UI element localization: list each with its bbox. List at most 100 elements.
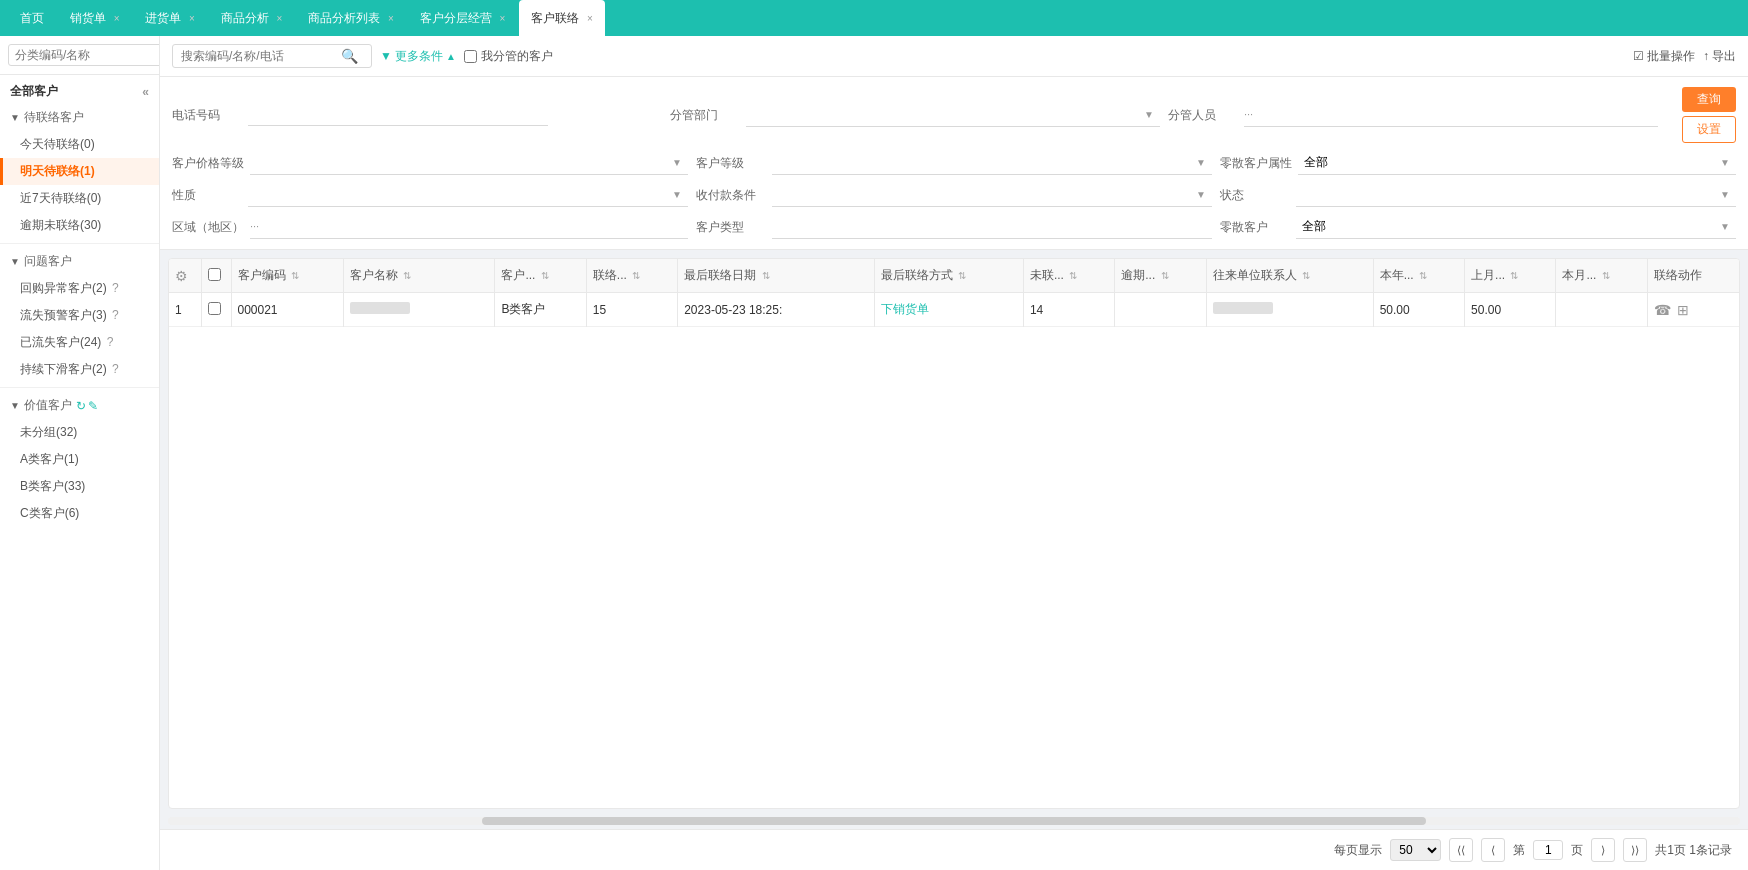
th-unit-contacts[interactable]: 往来单位联系人 ⇅ [1206,259,1373,293]
dept-label: 分管部门 [670,107,740,124]
value-group-title[interactable]: ▼ 价值客户 ↻ ✎ [0,392,159,419]
sort-unit-icon[interactable]: ⇅ [1302,270,1310,281]
sort-uncontacted-icon[interactable]: ⇅ [1069,270,1077,281]
edit-icon[interactable]: ✎ [88,399,98,413]
more-icon[interactable]: ⊞ [1677,302,1689,318]
th-name[interactable]: 客户名称 ⇅ [344,259,495,293]
sort-lm-icon[interactable]: ⇅ [1510,270,1518,281]
sidebar-7day-pending[interactable]: 近7天待联络(0) [0,185,159,212]
retail-customer-select[interactable]: 全部 ▼ [1296,215,1736,239]
th-last-contact-method[interactable]: 最后联络方式 ⇅ [875,259,1024,293]
pending-group-title[interactable]: ▼ 待联络客户 [0,104,159,131]
nav-close-analysis[interactable]: × [277,13,283,24]
select-all-checkbox[interactable] [208,268,221,281]
payment-select[interactable]: ▼ [772,183,1212,207]
sidebar-tomorrow-pending[interactable]: 明天待联络(1) [0,158,159,185]
batch-ops-btn[interactable]: ☑ 批量操作 [1633,48,1695,65]
contact-icon[interactable]: ☎ [1654,302,1671,318]
nav-close-contact[interactable]: × [587,13,593,24]
manager-input-wrap[interactable]: ··· [1244,103,1658,127]
value-level-select[interactable]: ▼ [250,151,688,175]
sort-tm-icon[interactable]: ⇅ [1602,270,1610,281]
more-conditions-btn[interactable]: ▼ 更多条件 ▲ [380,48,456,65]
status-select[interactable]: ▼ [1296,183,1736,207]
sort-overdue-icon[interactable]: ⇅ [1161,270,1169,281]
sort-date-icon[interactable]: ⇅ [762,270,770,281]
last-page-btn[interactable]: ⟩⟩ [1623,838,1647,862]
set-btn[interactable]: 设置 [1682,116,1736,143]
nav-close-tier[interactable]: × [500,13,506,24]
sort-code-icon[interactable]: ⇅ [291,270,299,281]
nav-home[interactable]: 首页 [8,0,56,36]
nav-purchase-order[interactable]: 进货单 × [133,0,206,36]
sidebar-churn-warning[interactable]: 流失预警客户(3) ? [0,302,159,329]
nav-customer-tier[interactable]: 客户分层经营 × [408,0,517,36]
sidebar-search-input[interactable] [8,44,160,66]
search-icon[interactable]: 🔍 [341,48,358,64]
nav-product-analysis-list[interactable]: 商品分析列表 × [296,0,405,36]
scrollbar-thumb[interactable] [482,817,1425,825]
my-customers-check[interactable] [464,50,477,63]
sidebar-today-pending[interactable]: 今天待联络(0) [0,131,159,158]
sort-year-icon[interactable]: ⇅ [1419,270,1427,281]
page-input[interactable] [1533,840,1563,860]
nav-customer-contact[interactable]: 客户联络 × [519,0,604,36]
sidebar-ungrouped[interactable]: 未分组(32) [0,419,159,446]
th-last-contact-date[interactable]: 最后联络日期 ⇅ [678,259,875,293]
retail-attr-select[interactable]: 全部 ▼ [1298,151,1736,175]
my-customers-checkbox[interactable]: 我分管的客户 [464,48,553,65]
th-overdue[interactable]: 逾期... ⇅ [1115,259,1206,293]
gender-select[interactable]: ▼ [248,183,688,207]
all-customers-header[interactable]: 全部客户 « [0,75,159,104]
th-last-month[interactable]: 上月... ⇅ [1465,259,1556,293]
page-size-select[interactable]: 50 100 200 [1390,839,1441,861]
sidebar-c-class[interactable]: C类客户(6) [0,500,159,527]
manager-label: 分管人员 [1168,107,1238,124]
td-checkbox[interactable] [201,293,231,327]
sort-contact-icon[interactable]: ⇅ [632,270,640,281]
last-method-link[interactable]: 下销货单 [881,302,929,316]
region-dots: ··· [250,220,259,232]
horizontal-scrollbar[interactable] [168,817,1740,825]
th-type[interactable]: 客户... ⇅ [495,259,586,293]
filter-region: 区域（地区） ··· [172,215,688,239]
dept-select[interactable]: ▼ [746,103,1160,127]
settings-icon[interactable]: ⚙ [175,268,188,284]
nav-product-analysis[interactable]: 商品分析 × [209,0,294,36]
query-btn[interactable]: 查询 [1682,87,1736,112]
th-code[interactable]: 客户编码 ⇅ [231,259,344,293]
prev-page-btn[interactable]: ⟨ [1481,838,1505,862]
refresh-icon[interactable]: ↻ [76,399,86,413]
export-btn[interactable]: ↑ 导出 [1703,48,1736,65]
sidebar-overdue-pending[interactable]: 逾期未联络(30) [0,212,159,239]
nav-close-sales[interactable]: × [114,13,120,24]
th-this-month[interactable]: 本月... ⇅ [1556,259,1647,293]
sidebar-b-class[interactable]: B类客户(33) [0,473,159,500]
sidebar-a-class[interactable]: A类客户(1) [0,446,159,473]
region-input-wrap[interactable]: ··· [250,215,688,239]
next-page-btn[interactable]: ⟩ [1591,838,1615,862]
customer-type-select[interactable] [772,215,1212,239]
sidebar-declining[interactable]: 持续下滑客户(2) ? [0,356,159,383]
td-last-method[interactable]: 下销货单 [875,293,1024,327]
sort-method-icon[interactable]: ⇅ [958,270,966,281]
th-this-year[interactable]: 本年... ⇅ [1373,259,1464,293]
row-checkbox-0[interactable] [208,302,221,315]
search-input[interactable] [181,49,341,63]
th-uncontacted[interactable]: 未联... ⇅ [1023,259,1114,293]
nav-close-analysis-list[interactable]: × [388,13,394,24]
nav-close-purchase[interactable]: × [189,13,195,24]
th-checkbox[interactable] [201,259,231,293]
sidebar-churned[interactable]: 已流失客户(24) ? [0,329,159,356]
customer-level-select[interactable]: ▼ [772,151,1212,175]
nav-sales-order[interactable]: 销货单 × [58,0,131,36]
sidebar-repurchase-abnormal[interactable]: 回购异常客户(2) ? [0,275,159,302]
th-settings[interactable]: ⚙ [169,259,201,293]
sort-type-icon[interactable]: ⇅ [541,270,549,281]
problem-group-title[interactable]: ▼ 问题客户 [0,248,159,275]
collapse-icon[interactable]: « [142,85,149,99]
sort-name-icon[interactable]: ⇅ [403,270,411,281]
th-contact[interactable]: 联络... ⇅ [586,259,677,293]
phone-input[interactable] [248,105,548,126]
first-page-btn[interactable]: ⟨⟨ [1449,838,1473,862]
